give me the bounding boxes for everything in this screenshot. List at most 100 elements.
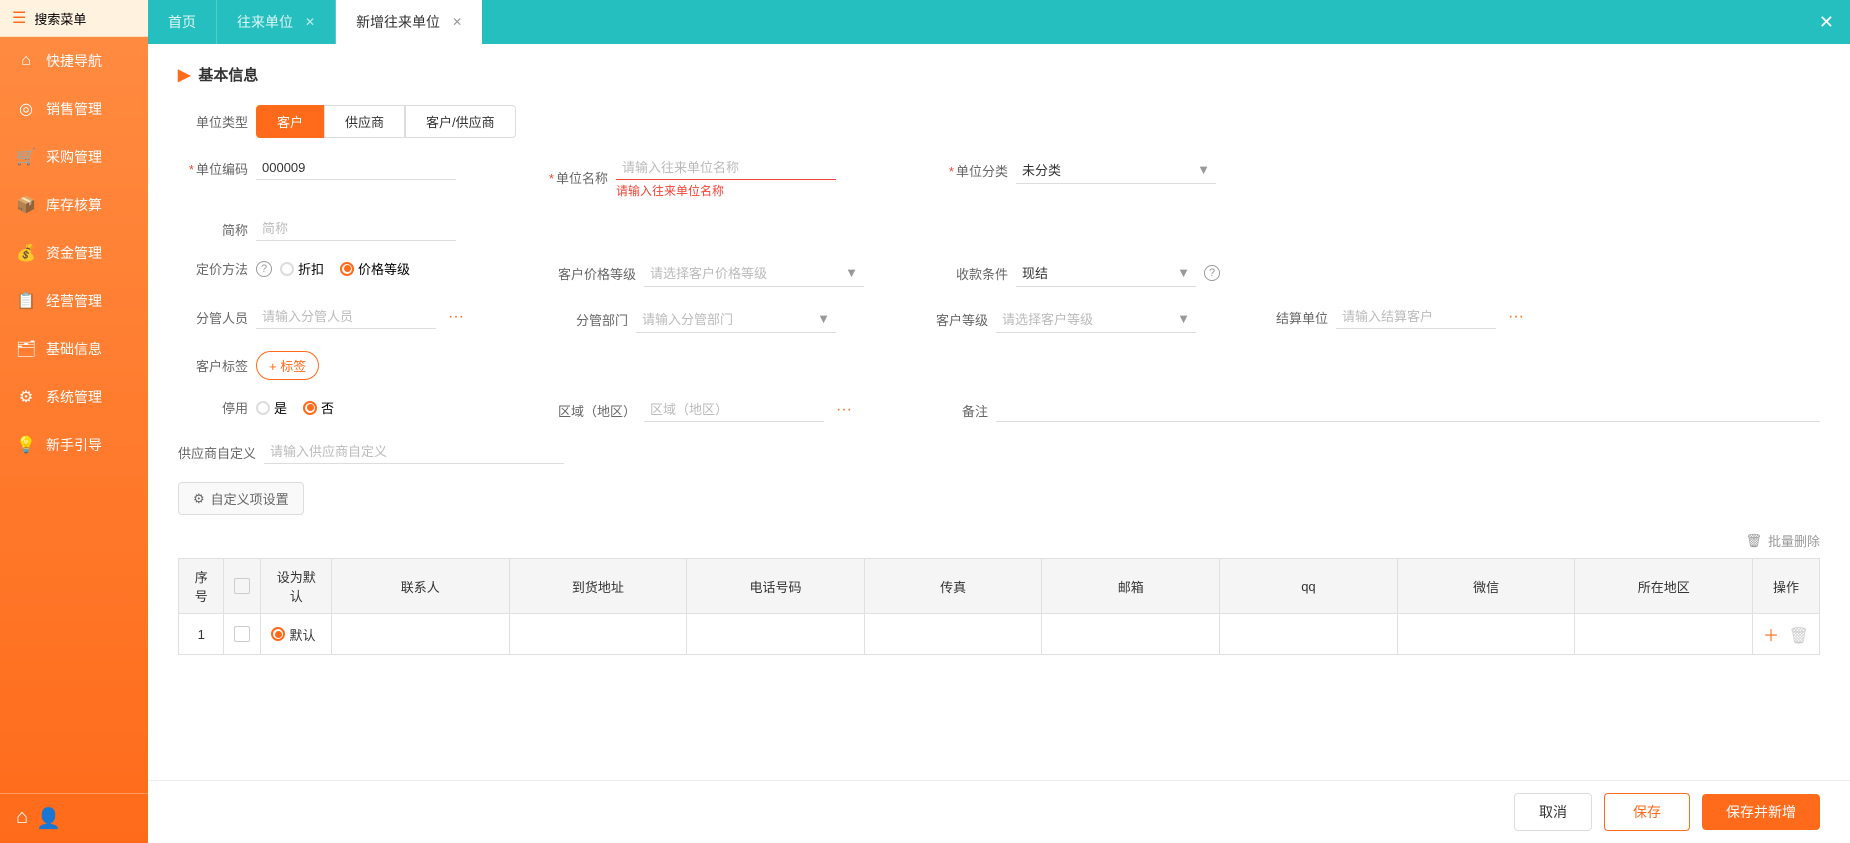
- unit-btn-supplier[interactable]: 供应商: [324, 105, 405, 138]
- customer-price-placeholder: 请选择客户价格等级: [650, 263, 767, 282]
- unit-category-value: 未分类: [1022, 160, 1061, 179]
- payment-terms-info-icon[interactable]: ?: [1204, 265, 1220, 281]
- supplier-custom-group: 供应商自定义: [178, 440, 1820, 464]
- tab-bar: 首页 往来单位 ✕ 新增往来单位 ✕ ✕: [148, 0, 1850, 44]
- pricing-info-icon[interactable]: ?: [256, 261, 272, 277]
- col-seq: 序号: [179, 559, 224, 614]
- radio-yes[interactable]: 是: [256, 398, 287, 417]
- tab-home[interactable]: 首页: [148, 0, 217, 44]
- cell-region[interactable]: [1575, 614, 1753, 655]
- cell-qq[interactable]: [1220, 614, 1398, 655]
- sidebar-user-icon[interactable]: 👤: [36, 806, 61, 831]
- settlement-unit-label: 结算单位: [1258, 308, 1328, 327]
- cell-address[interactable]: [509, 614, 687, 655]
- tab-new-partner[interactable]: 新增往来单位 ✕: [336, 0, 482, 44]
- abbr-label: 简称: [178, 220, 248, 239]
- supplier-custom-input[interactable]: [264, 440, 564, 464]
- sidebar-item-label: 新手引导: [46, 435, 102, 455]
- sidebar-item-sales[interactable]: ◎ 销售管理: [0, 85, 148, 133]
- radio-price-level[interactable]: 价格等级: [340, 259, 410, 278]
- unit-type-buttons: 客户 供应商 客户/供应商: [256, 105, 516, 138]
- phone-input[interactable]: [697, 627, 854, 642]
- col-email: 邮箱: [1042, 559, 1220, 614]
- sidebar-home-icon[interactable]: ⌂: [16, 806, 28, 831]
- email-input[interactable]: [1052, 627, 1209, 642]
- save-button[interactable]: 保存: [1604, 793, 1690, 831]
- home-icon: ⌂: [16, 52, 36, 70]
- cancel-button[interactable]: 取消: [1514, 793, 1592, 831]
- cell-fax[interactable]: [864, 614, 1042, 655]
- unit-name-input[interactable]: [616, 156, 836, 180]
- delete-row-icon[interactable]: 🗑: [1789, 628, 1809, 645]
- sidebar-item-operations[interactable]: 📋 经营管理: [0, 277, 148, 325]
- sidebar-item-basic-info[interactable]: 🗂 基础信息: [0, 325, 148, 373]
- tab-partners[interactable]: 往来单位 ✕: [217, 0, 336, 44]
- close-all-button[interactable]: ✕: [1803, 12, 1850, 33]
- sidebar-item-system[interactable]: ⚙ 系统管理: [0, 373, 148, 421]
- unit-code-input[interactable]: [256, 156, 456, 180]
- sidebar-item-quick-nav[interactable]: ⌂ 快捷导航: [0, 37, 148, 85]
- unit-btn-both[interactable]: 客户/供应商: [405, 105, 516, 138]
- manager-more-btn[interactable]: ···: [444, 308, 468, 326]
- col-region: 所在地区: [1575, 559, 1753, 614]
- customer-price-select[interactable]: 请选择客户价格等级 ▼: [644, 259, 864, 287]
- row-checkbox[interactable]: [234, 626, 250, 642]
- cell-wechat[interactable]: [1397, 614, 1575, 655]
- search-menu[interactable]: ☰ 搜索菜单: [0, 0, 148, 37]
- wechat-input[interactable]: [1408, 627, 1565, 642]
- radio-discount-label: 折扣: [298, 259, 324, 278]
- radio-discount-circle: [280, 262, 294, 276]
- batch-delete[interactable]: 🗑 批量删除: [178, 531, 1820, 550]
- tab-new-partner-close[interactable]: ✕: [452, 15, 462, 29]
- settlement-unit-input[interactable]: [1336, 305, 1496, 329]
- sidebar-item-label: 资金管理: [46, 243, 102, 263]
- cell-phone[interactable]: [687, 614, 865, 655]
- unit-type-row: 单位类型 客户 供应商 客户/供应商: [178, 105, 1820, 138]
- region-cell-input[interactable]: [1585, 627, 1742, 642]
- sidebar-item-inventory[interactable]: 📦 库存核算: [0, 181, 148, 229]
- cell-contact[interactable]: [331, 614, 509, 655]
- radio-discount[interactable]: 折扣: [280, 259, 324, 278]
- region-more-btn[interactable]: ···: [832, 401, 856, 419]
- col-fax: 传真: [864, 559, 1042, 614]
- radio-inner: [307, 404, 314, 411]
- address-input[interactable]: [520, 627, 677, 642]
- customer-price-label: 客户价格等级: [558, 264, 636, 283]
- customer-level-select[interactable]: 请选择客户等级 ▼: [996, 305, 1196, 333]
- department-select[interactable]: 请输入分管部门 ▼: [636, 305, 836, 333]
- cell-default: 默认: [261, 614, 332, 655]
- tab-partners-close[interactable]: ✕: [305, 15, 315, 29]
- radio-no-circle: [303, 401, 317, 415]
- unit-btn-customer[interactable]: 客户: [256, 105, 324, 138]
- add-tag-button[interactable]: + 标签: [256, 351, 319, 380]
- col-actions: 操作: [1753, 559, 1820, 614]
- contact-input[interactable]: [342, 627, 499, 642]
- region-input[interactable]: [644, 398, 824, 422]
- customer-tag-group: 客户标签 + 标签: [178, 351, 1820, 380]
- manager-input[interactable]: [256, 305, 436, 329]
- region-label: 区域（地区）: [558, 401, 636, 420]
- radio-no[interactable]: 否: [303, 398, 334, 417]
- pricing-label: 定价方法: [178, 259, 248, 278]
- sidebar-item-finance[interactable]: 💰 资金管理: [0, 229, 148, 277]
- chevron-down-icon: ▼: [1177, 311, 1190, 326]
- unit-category-select[interactable]: 未分类 ▼: [1016, 156, 1216, 184]
- default-radio[interactable]: 默认: [271, 625, 321, 644]
- sidebar-item-guide[interactable]: 💡 新手引导: [0, 421, 148, 469]
- table-row: 1 默认: [179, 614, 1820, 655]
- custom-settings-button[interactable]: ⚙ 自定义项设置: [178, 482, 304, 515]
- abbr-input[interactable]: [256, 217, 456, 241]
- sidebar-item-purchase[interactable]: 🛒 采购管理: [0, 133, 148, 181]
- tab-new-partner-label: 新增往来单位: [356, 12, 440, 32]
- notes-input[interactable]: [996, 398, 1820, 422]
- radio-yes-label: 是: [274, 398, 287, 417]
- fax-input[interactable]: [875, 627, 1032, 642]
- select-all-checkbox[interactable]: [234, 578, 250, 594]
- qq-input[interactable]: [1230, 627, 1387, 642]
- region-group: 区域（地区） ···: [558, 398, 918, 422]
- add-row-icon[interactable]: ＋: [1763, 628, 1779, 645]
- payment-terms-select[interactable]: 现结 ▼: [1016, 259, 1196, 287]
- save-new-button[interactable]: 保存并新增: [1702, 794, 1820, 830]
- cell-email[interactable]: [1042, 614, 1220, 655]
- settlement-unit-more-btn[interactable]: ···: [1504, 308, 1528, 326]
